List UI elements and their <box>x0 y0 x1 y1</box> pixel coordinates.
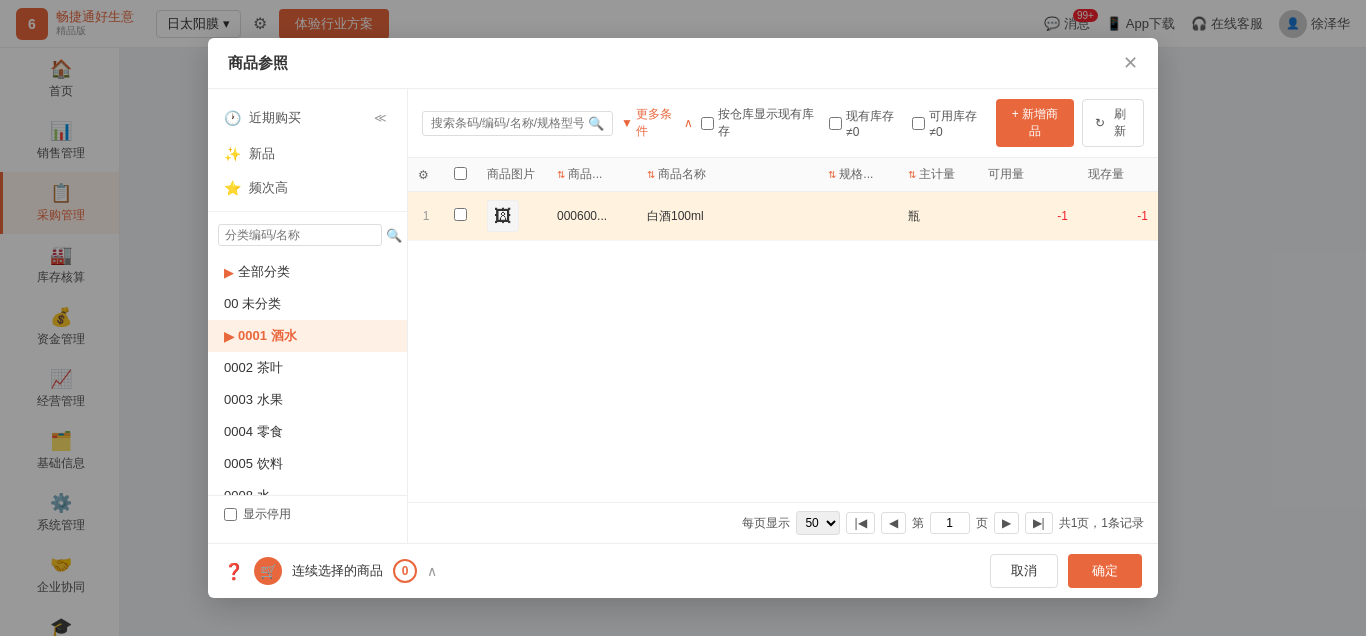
star-icon: ⭐ <box>224 180 241 196</box>
category-item-beverage[interactable]: 0005 饮料 <box>208 448 407 480</box>
available-stock-checkbox-label[interactable]: 可用库存≠0 <box>912 108 987 139</box>
sort-icon-code: ⇅ <box>557 169 565 180</box>
row-stock-cell: -1 <box>1078 192 1158 241</box>
category-list: ▶ 全部分类 00 未分类 ▶ 0001 酒水 0002 茶 <box>208 252 407 495</box>
help-icon[interactable]: ❓ <box>224 562 244 581</box>
row-num: 1 <box>408 192 444 241</box>
prev-page-button[interactable]: ◀ <box>881 512 906 534</box>
row-spec-cell <box>818 192 898 241</box>
product-search-input[interactable] <box>431 116 584 130</box>
refresh-icon: ↻ <box>1095 116 1105 130</box>
search-icon[interactable]: 🔍 <box>386 228 402 243</box>
col-code[interactable]: ⇅ 商品... <box>547 158 637 192</box>
col-available[interactable]: 可用量 <box>978 158 1078 192</box>
col-unit[interactable]: ⇅ 主计量 <box>898 158 978 192</box>
modal-header: 商品参照 ✕ <box>208 48 1158 89</box>
new-icon: ✨ <box>224 146 241 162</box>
modal-body: 🕐 近期购买 ≪ ✨ 新品 ⭐ 频次高 <box>208 89 1158 543</box>
cart-count: 0 <box>393 559 417 583</box>
product-table: ⚙ 商品图片 ⇅ 商品... ⇅ 商品名称 <box>408 158 1158 241</box>
collapse-left-button[interactable]: ≪ <box>370 107 391 129</box>
add-product-button[interactable]: + 新增商品 <box>996 99 1075 147</box>
category-search-input[interactable] <box>218 224 382 246</box>
filter-icon: ▼ <box>621 116 633 130</box>
product-reference-modal: 商品参照 ✕ 🕐 近期购买 ≪ ✨ <box>208 48 1158 598</box>
modal-right-panel: 🔍 ▼ 更多条件 ∧ 按仓库显示现有库存 <box>408 89 1158 543</box>
main-layout: 🏠 首页 📊 销售管理 📋 采购管理 🏭 库存核算 💰 资金管理 📈 经营管理 … <box>0 48 1366 636</box>
expand-arrow-icon: ▶ <box>224 265 234 280</box>
collapse-footer-button[interactable]: ∧ <box>427 563 437 579</box>
product-image: 🖼 <box>487 200 519 232</box>
refresh-button[interactable]: ↻ 刷新 <box>1082 99 1144 147</box>
col-stock[interactable]: 现存量 <box>1078 158 1158 192</box>
left-footer: 显示停用 <box>208 495 407 533</box>
col-settings[interactable]: ⚙ <box>408 158 444 192</box>
category-item-snack[interactable]: 0004 零食 <box>208 416 407 448</box>
content-area: 商品参照 ✕ 🕐 近期购买 ≪ ✨ <box>120 48 1366 636</box>
last-page-button[interactable]: ▶| <box>1025 512 1053 534</box>
table-row[interactable]: 1 🖼 000600... 白酒100ml <box>408 192 1158 241</box>
sort-icon-unit: ⇅ <box>908 169 916 180</box>
current-stock-checkbox-label[interactable]: 现有库存≠0 <box>829 108 904 139</box>
recent-purchase-nav[interactable]: 🕐 近期购买 ≪ <box>208 99 407 137</box>
chevron-up-icon: ∧ <box>684 116 693 130</box>
first-page-button[interactable]: |◀ <box>846 512 874 534</box>
modal-toolbar: 🔍 ▼ 更多条件 ∧ 按仓库显示现有库存 <box>408 89 1158 158</box>
category-search: 🔍 <box>208 218 407 252</box>
row-name-cell: 白酒100ml <box>637 192 818 241</box>
search-icon[interactable]: 🔍 <box>588 116 604 131</box>
col-image: 商品图片 <box>477 158 547 192</box>
row-code-cell: 000600... <box>547 192 637 241</box>
active-arrow-icon: ▶ <box>224 329 234 344</box>
product-table-container: ⚙ 商品图片 ⇅ 商品... ⇅ 商品名称 <box>408 158 1158 502</box>
select-all-checkbox[interactable] <box>454 167 467 180</box>
frequent-nav[interactable]: ⭐ 频次高 <box>208 171 407 205</box>
category-item-uncategorized[interactable]: 00 未分类 <box>208 288 407 320</box>
show-disabled-checkbox[interactable] <box>224 508 237 521</box>
toolbar-right: + 新增商品 ↻ 刷新 <box>996 99 1144 147</box>
available-stock-checkbox[interactable] <box>912 117 925 130</box>
sort-icon-name: ⇅ <box>647 169 655 180</box>
per-page-select[interactable]: 50 <box>796 511 840 535</box>
row-checkbox-cell <box>444 192 477 241</box>
modal-close-button[interactable]: ✕ <box>1123 52 1138 74</box>
row-unit-cell: 瓶 <box>898 192 978 241</box>
row-image-cell: 🖼 <box>477 192 547 241</box>
category-item-fruit[interactable]: 0003 水果 <box>208 384 407 416</box>
row-available-cell: -1 <box>978 192 1078 241</box>
category-item-tea[interactable]: 0002 茶叶 <box>208 352 407 384</box>
filter-button[interactable]: ▼ 更多条件 ∧ <box>621 106 693 140</box>
warehouse-stock-checkbox[interactable] <box>701 117 714 130</box>
cancel-button[interactable]: 取消 <box>990 554 1058 588</box>
confirm-button[interactable]: 确定 <box>1068 554 1142 588</box>
sort-icon-spec: ⇅ <box>828 169 836 180</box>
modal-left-panel: 🕐 近期购买 ≪ ✨ 新品 ⭐ 频次高 <box>208 89 408 543</box>
row-select-checkbox[interactable] <box>454 208 467 221</box>
category-item-all[interactable]: ▶ 全部分类 <box>208 256 407 288</box>
col-spec[interactable]: ⇅ 规格... <box>818 158 898 192</box>
modal-overlay: 商品参照 ✕ 🕐 近期购买 ≪ ✨ <box>120 48 1366 636</box>
product-table-body: 1 🖼 000600... 白酒100ml <box>408 192 1158 241</box>
table-header-row: ⚙ 商品图片 ⇅ 商品... ⇅ 商品名称 <box>408 158 1158 192</box>
left-divider <box>208 211 407 212</box>
next-page-button[interactable]: ▶ <box>994 512 1019 534</box>
col-checkbox <box>444 158 477 192</box>
warehouse-stock-checkbox-label[interactable]: 按仓库显示现有库存 <box>701 106 821 140</box>
category-item-water[interactable]: 0008 水 <box>208 480 407 495</box>
page-input[interactable] <box>930 512 970 534</box>
modal-title: 商品参照 <box>228 54 288 73</box>
footer-buttons: 取消 确定 <box>990 554 1142 588</box>
pagination: 每页显示 50 |◀ ◀ 第 页 ▶ ▶| 共1页，1条记录 <box>408 502 1158 543</box>
current-stock-checkbox[interactable] <box>829 117 842 130</box>
cart-icon: 🛒 <box>254 557 282 585</box>
col-name[interactable]: ⇅ 商品名称 <box>637 158 818 192</box>
product-search-box[interactable]: 🔍 <box>422 111 613 136</box>
modal-footer: ❓ 🛒 连续选择的商品 0 ∧ 取消 确定 <box>208 543 1158 598</box>
category-item-liquor[interactable]: ▶ 0001 酒水 <box>208 320 407 352</box>
new-products-nav[interactable]: ✨ 新品 <box>208 137 407 171</box>
clock-icon: 🕐 <box>224 110 241 126</box>
